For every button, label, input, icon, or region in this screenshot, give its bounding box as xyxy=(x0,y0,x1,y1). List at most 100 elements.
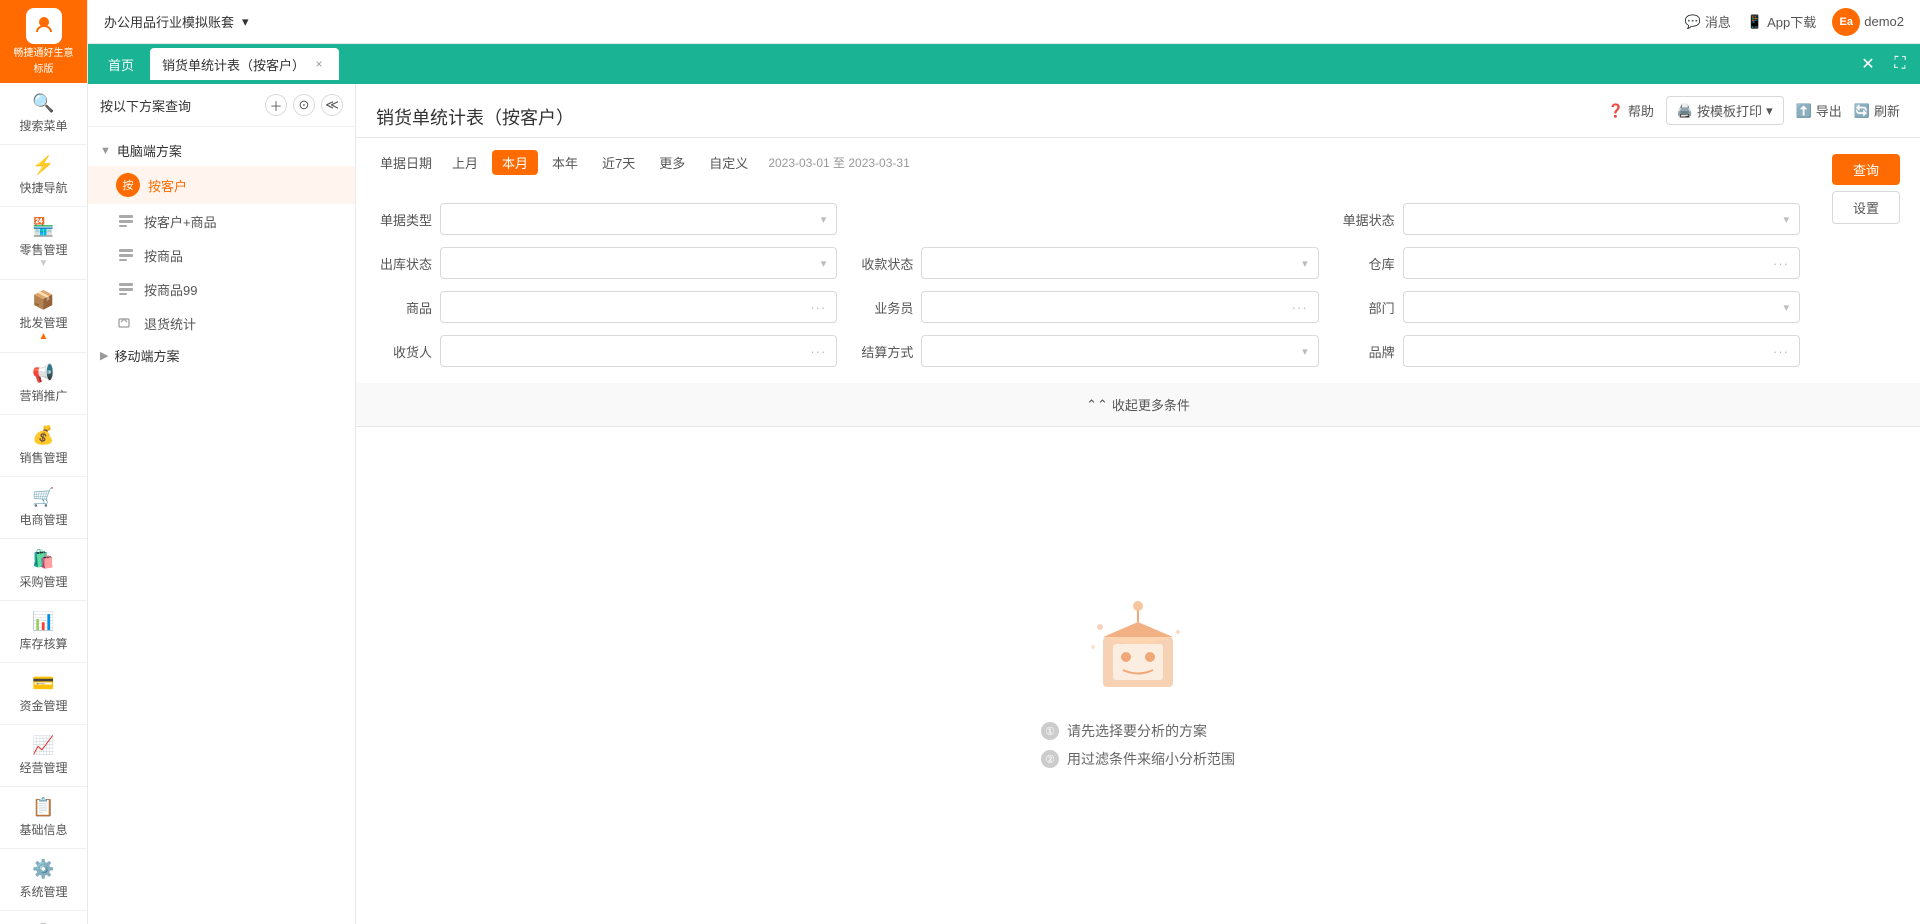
empty-icon xyxy=(1078,582,1198,705)
receiver-control[interactable]: ··· xyxy=(440,335,837,367)
empty-tip-1: ① 请先选择要分析的方案 xyxy=(1041,721,1235,741)
sidebar-item-label: 批发管理 xyxy=(19,314,67,331)
collapse-btn-label: 收起更多条件 xyxy=(1112,395,1190,414)
warehouse-control[interactable]: ··· xyxy=(1403,247,1800,279)
receipt-status-label: 收款状态 xyxy=(857,254,913,273)
tree-parent-mobile[interactable]: ▶ 移动端方案 xyxy=(88,340,355,371)
receiver-label: 收货人 xyxy=(376,342,432,361)
operations-icon: 📈 xyxy=(32,735,54,756)
date-tab-this-year[interactable]: 本年 xyxy=(542,150,588,175)
sidebar-item-label: 营销推广 xyxy=(19,387,67,404)
message-label: 消息 xyxy=(1705,12,1731,31)
sidebar-item-system[interactable]: ⚙️ 系统管理 xyxy=(0,849,87,911)
tree-child-label-goods: 按商品 xyxy=(144,246,183,265)
tree-child-by-customer[interactable]: 按 按客户 xyxy=(88,166,355,204)
refresh-btn[interactable]: 🔄 刷新 xyxy=(1854,101,1900,120)
sidebar-item-marketing[interactable]: 📢 营销推广 xyxy=(0,353,87,415)
date-tab-this-month[interactable]: 本月 xyxy=(492,150,538,175)
filter-grid-row2: 出库状态 ▾ 收款状态 ▾ 仓库 xyxy=(356,235,1920,279)
finance-icon: 💳 xyxy=(32,673,54,694)
sidebar-item-label: 资金管理 xyxy=(19,697,67,714)
basic-icon: 📋 xyxy=(32,797,54,818)
app-name: 畅捷通好生意 xyxy=(14,47,74,60)
tab-sales-stat[interactable]: 销货单统计表（按客户） × xyxy=(150,48,339,80)
refresh-icon: 🔄 xyxy=(1854,103,1870,119)
filter-cell-receiver: 收货人 ··· xyxy=(376,335,837,367)
message-btn[interactable]: 💬 消息 xyxy=(1685,12,1731,31)
doc-type-control[interactable]: ▾ xyxy=(440,203,837,235)
sidebar-item-enterprise[interactable]: 🏢 企业协同 xyxy=(0,911,87,924)
sidebar-item-search[interactable]: 🔍 搜索菜单 xyxy=(0,83,87,145)
topbar-left: 办公用品行业模拟账套 ▾ xyxy=(104,12,249,31)
sidebar-item-label: 零售管理 xyxy=(19,241,67,258)
query-button[interactable]: 查询 xyxy=(1832,154,1900,185)
date-tab-custom[interactable]: 自定义 xyxy=(699,150,758,175)
sidebar-item-inventory[interactable]: 📊 库存核算 xyxy=(0,601,87,663)
date-tab-last-month[interactable]: 上月 xyxy=(442,150,488,175)
add-scheme-btn[interactable]: ＋ xyxy=(265,94,287,116)
collapse-panel-btn[interactable]: ≪ xyxy=(321,94,343,116)
sidebar-item-quick-nav[interactable]: ⚡ 快捷导航 xyxy=(0,145,87,207)
goods-control[interactable]: ··· xyxy=(440,291,837,323)
app-download-btn[interactable]: 📱 App下载 xyxy=(1747,12,1816,31)
receiver-dots: ··· xyxy=(810,344,826,359)
sidebar-item-retail[interactable]: 🏪 零售管理 ▼ xyxy=(0,207,87,280)
tab-close-btn[interactable]: × xyxy=(311,56,327,72)
help-btn[interactable]: ❓ 帮助 xyxy=(1608,101,1654,120)
tab-close-all-btn[interactable]: ✕ xyxy=(1856,52,1880,76)
topbar-dropdown-btn[interactable]: ▾ xyxy=(242,14,249,30)
export-btn[interactable]: ⬆️ 导出 xyxy=(1796,101,1842,120)
help-label: 帮助 xyxy=(1628,101,1654,120)
sidebar-item-label: 基础信息 xyxy=(19,821,67,838)
settings-scheme-btn[interactable]: ⊙ xyxy=(293,94,315,116)
collapse-more-btn[interactable]: ⌃⌃ 收起更多条件 xyxy=(1070,391,1206,418)
sidebar-item-sales[interactable]: 💰 销售管理 xyxy=(0,415,87,477)
filter-cell-payment: 结算方式 ▾ xyxy=(857,335,1318,367)
department-control[interactable]: ▾ xyxy=(1403,291,1800,323)
tree-child-label-return: 退货统计 xyxy=(144,314,196,333)
tree-parent-desktop[interactable]: ▼ 电脑端方案 xyxy=(88,135,355,166)
date-tabs: 上月 本月 本年 近7天 更多 自定义 xyxy=(442,150,758,175)
date-tab-last-7[interactable]: 近7天 xyxy=(592,150,645,175)
out-status-control[interactable]: ▾ xyxy=(440,247,837,279)
filter-cell-department: 部门 ▾ xyxy=(1339,291,1800,323)
page-content: 按以下方案查询 ＋ ⊙ ≪ ▼ 电脑端方案 按 按客户 xyxy=(88,84,1920,924)
date-label: 单据日期 xyxy=(376,153,432,172)
sidebar-item-wholesale[interactable]: 📦 批发管理 ▲ xyxy=(0,280,87,353)
tree-child-by-goods-99[interactable]: 按商品99 xyxy=(88,272,355,306)
brand-control[interactable]: ··· xyxy=(1403,335,1800,367)
settings-button[interactable]: 设置 xyxy=(1832,191,1900,224)
receipt-status-control[interactable]: ▾ xyxy=(921,247,1318,279)
date-tab-more[interactable]: 更多 xyxy=(649,150,695,175)
receipt-status-chevron: ▾ xyxy=(1302,257,1308,270)
tree-child-by-goods[interactable]: 按商品 xyxy=(88,238,355,272)
filter-cell-warehouse: 仓库 ··· xyxy=(1339,247,1800,279)
doc-type-label: 单据类型 xyxy=(376,210,432,229)
tab-home[interactable]: 首页 xyxy=(96,48,146,80)
sidebar-item-operations[interactable]: 📈 经营管理 xyxy=(0,725,87,787)
sidebar-item-ecommerce[interactable]: 🛒 电商管理 xyxy=(0,477,87,539)
date-filter-row: 单据日期 上月 本月 本年 近7天 更多 自定义 2023-03-01 至 20… xyxy=(356,150,1920,175)
doc-status-control[interactable]: ▾ xyxy=(1403,203,1800,235)
sidebar-item-purchase[interactable]: 🛍️ 采购管理 xyxy=(0,539,87,601)
tree-child-return-stat[interactable]: 退货统计 xyxy=(88,306,355,340)
department-chevron: ▾ xyxy=(1783,301,1789,314)
page-title: 销货单统计表（按客户） xyxy=(376,104,574,130)
salesperson-control[interactable]: ··· xyxy=(921,291,1318,323)
template-print-btn[interactable]: 🖨️ 按模板打印 ▾ xyxy=(1666,96,1784,125)
sidebar-item-basic[interactable]: 📋 基础信息 xyxy=(0,787,87,849)
payment-control[interactable]: ▾ xyxy=(921,335,1318,367)
tip-text-1: 请先选择要分析的方案 xyxy=(1067,721,1207,741)
empty-state: ① 请先选择要分析的方案 ② 用过滤条件来缩小分析范围 xyxy=(356,427,1920,924)
tabbar-actions: ✕ ⛶ xyxy=(1856,52,1912,76)
user-profile[interactable]: Ea demo2 xyxy=(1832,8,1904,36)
avatar: Ea xyxy=(1832,8,1860,36)
tab-expand-btn[interactable]: ⛶ xyxy=(1888,52,1912,76)
purchase-icon: 🛍️ xyxy=(32,549,54,570)
sidebar-item-finance[interactable]: 💳 资金管理 xyxy=(0,663,87,725)
tree-child-by-customer-goods[interactable]: 按客户+商品 xyxy=(88,204,355,238)
tab-sales-stat-label: 销货单统计表（按客户） xyxy=(162,55,305,74)
retail-icon: 🏪 xyxy=(32,217,54,238)
collapse-arrow-icon: ⌃⌃ xyxy=(1086,397,1108,413)
app-download-label: App下载 xyxy=(1767,12,1816,31)
